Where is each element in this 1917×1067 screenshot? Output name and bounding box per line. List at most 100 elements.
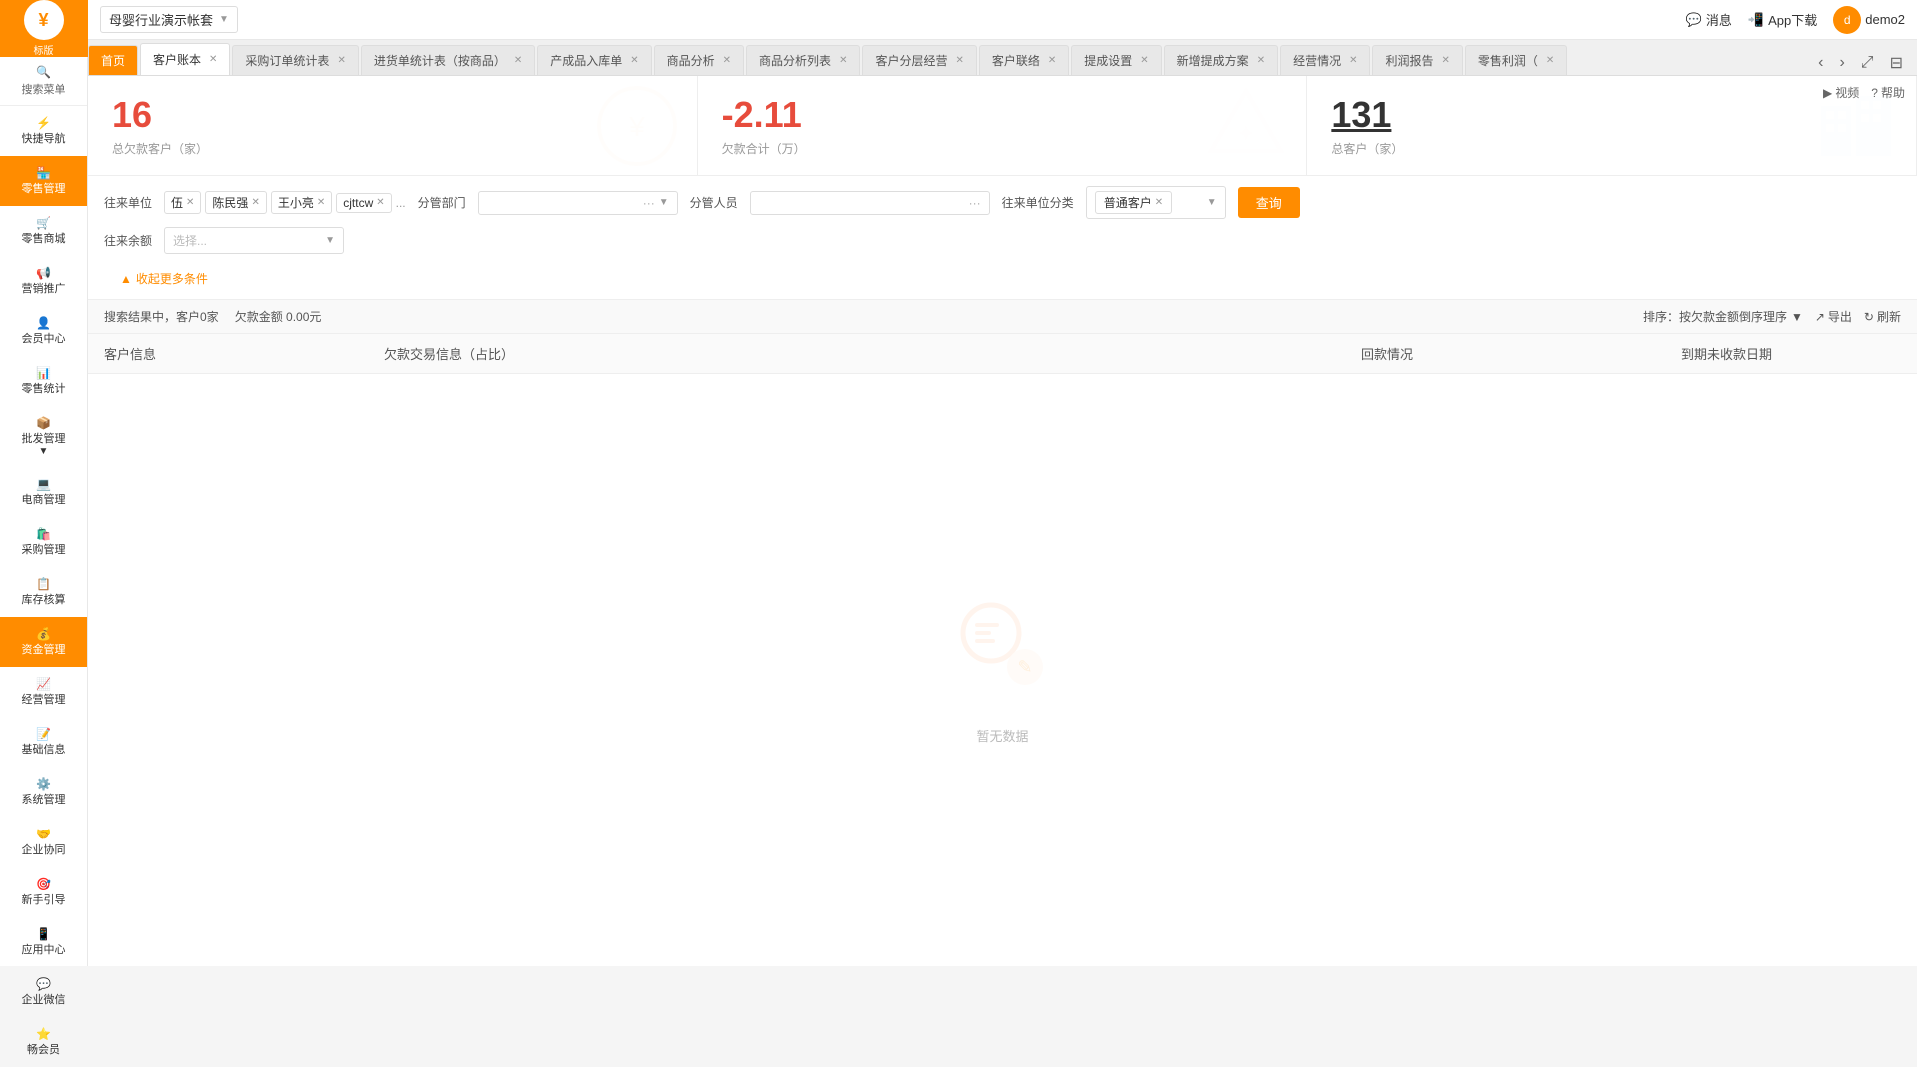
unit-tag-chen[interactable]: 陈民强 ✕ [205,191,266,214]
tab-expand-button[interactable]: ⤢ [1855,52,1880,74]
tab-prev-button[interactable]: ‹ [1812,52,1829,74]
results-bar: 搜索结果中，客户0家 欠款金额 0.00元 排序：按欠款金额倒序理序 ▼ ↗ 导… [88,300,1917,334]
category-tag-close[interactable]: ✕ [1155,197,1163,208]
refresh-button[interactable]: ↻ 刷新 [1864,308,1901,325]
sidebar-item-quick-nav[interactable]: ⚡ 快捷导航 [0,106,87,156]
tabbar: 首页 客户账本 ✕ 采购订单统计表 ✕ 进货单统计表（按商品） ✕ 产成品入库单… [88,40,1917,76]
tab-close-retail-profit[interactable]: ✕ [1546,55,1554,66]
retail-mall-icon: 🛒 [36,216,51,230]
inventory-icon: 📋 [36,577,51,591]
collapse-row: ▲ 收起更多条件 [104,262,1901,299]
dept-filter-label: 分管部门 [418,194,466,211]
unit-tag-wu[interactable]: 伍 ✕ [164,191,201,214]
wecom-icon: 💬 [36,977,51,991]
person-filter-label: 分管人员 [690,194,738,211]
tab-close-stock-stats[interactable]: ✕ [514,55,522,66]
dept-more-icon: ··· [643,196,655,210]
category-tag[interactable]: 普通客户 ✕ [1095,191,1172,214]
dept-select-arrow: ▼ [659,197,669,208]
tab-goods-analysis[interactable]: 商品分析 ✕ [654,45,744,75]
tab-close-new-promotion[interactable]: ✕ [1257,55,1265,66]
tab-new-promotion[interactable]: 新增提成方案 ✕ [1164,45,1278,75]
sidebar-item-new-guide[interactable]: 🎯 新手引导 [0,867,87,917]
unit-tag-cjttcw-close[interactable]: ✕ [376,197,384,208]
tab-operations-situation[interactable]: 经营情况 ✕ [1280,45,1370,75]
sidebar-item-purchase[interactable]: 🛍️ 采购管理 [0,517,87,567]
sidebar-item-retail-mall[interactable]: 🛒 零售商城 [0,206,87,256]
tab-close-goods-analysis-list[interactable]: ✕ [839,55,847,66]
tab-close-customer-contact[interactable]: ✕ [1048,55,1056,66]
sidebar-item-search[interactable]: 🔍 搜索菜单 [0,57,87,106]
unit-tag-chen-close[interactable]: ✕ [251,197,259,208]
member-icon: 👤 [36,316,51,330]
tab-close-product-inbound[interactable]: ✕ [630,55,638,66]
person-filter-input[interactable]: ··· [750,191,990,215]
unit-tag-wang[interactable]: 王小亮 ✕ [271,191,332,214]
tab-close-promotion-settings[interactable]: ✕ [1140,55,1148,66]
app-center-icon: 📱 [36,927,51,941]
retail-stat-icon: 📊 [36,366,51,380]
sidebar-item-wecom[interactable]: 💬 企业微信 [0,967,87,1017]
tab-close-goods-analysis[interactable]: ✕ [723,55,731,66]
tab-customer-contact[interactable]: 客户联络 ✕ [979,45,1069,75]
table-col-customer: 客户信息 [104,344,384,363]
tab-home[interactable]: 首页 [88,45,138,75]
sidebar-item-member[interactable]: 👤 会员中心 [0,306,87,356]
tab-profit-report[interactable]: 利润报告 ✕ [1372,45,1462,75]
tab-minimize-button[interactable]: ⊟ [1884,51,1909,75]
search-icon: 🔍 [4,65,83,79]
balance-filter-select[interactable]: 选择... ▼ [164,227,344,254]
sidebar-item-enterprise[interactable]: 🤝 企业协同 [0,817,87,867]
tab-promotion-settings[interactable]: 提成设置 ✕ [1071,45,1161,75]
sidebar-item-retail-mgmt[interactable]: 🏪 零售管理 [0,156,87,206]
results-sort[interactable]: 排序：按欠款金额倒序理序 ▼ [1643,308,1803,325]
sidebar-item-wholesale[interactable]: 📦 批发管理 ▼ [0,406,87,467]
tab-close-purchase-order[interactable]: ✕ [337,55,345,66]
tab-stock-stats[interactable]: 进货单统计表（按商品） ✕ [361,45,535,75]
collapse-button[interactable]: ▲ 收起更多条件 [104,266,1901,291]
tab-close-profit-report[interactable]: ✕ [1442,55,1450,66]
stat-debt-value: -2.11 [722,94,806,136]
tab-close-customer-capital[interactable]: ✕ [209,54,217,65]
unit-tag-wang-close[interactable]: ✕ [317,197,325,208]
user-menu[interactable]: d demo2 [1833,6,1905,34]
sidebar-item-operations[interactable]: 📈 经营管理 [0,667,87,717]
sidebar-item-finance[interactable]: 💰 资金管理 [0,617,87,667]
empty-state: ✎ 暂无数据 [88,374,1917,966]
tab-goods-analysis-list[interactable]: 商品分析列表 ✕ [746,45,860,75]
results-debt-text: 欠款金额 0.00元 [235,308,322,325]
tab-product-inbound[interactable]: 产成品入库单 ✕ [537,45,651,75]
basic-info-icon: 📝 [36,727,51,741]
export-button[interactable]: ↗ 导出 [1815,308,1852,325]
message-button[interactable]: 💬 消息 [1686,10,1732,29]
table-col-repay: 回款情况 [1361,344,1681,363]
category-filter-select[interactable]: 普通客户 ✕ ▼ [1086,186,1226,219]
dept-filter-select[interactable]: ··· ▼ [478,191,678,215]
stat-customers-value: 131 [1331,94,1403,136]
tab-customer-segment[interactable]: 客户分层经营 ✕ [862,45,976,75]
tab-close-operations-situation[interactable]: ✕ [1349,55,1357,66]
logo-icon: ¥ [24,0,64,40]
unit-tag-cjttcw[interactable]: cjttcw ✕ [336,193,391,213]
sidebar-item-vip[interactable]: ⭐ 畅会员 [0,1017,87,1067]
sidebar-item-system[interactable]: ⚙️ 系统管理 [0,767,87,817]
sidebar-item-marketing[interactable]: 📢 营销推广 [0,256,87,306]
unit-tag-wu-close[interactable]: ✕ [186,197,194,208]
query-button[interactable]: 查询 [1238,187,1300,218]
tab-retail-profit[interactable]: 零售利润（ ✕ [1465,45,1567,75]
sidebar-item-app-center[interactable]: 📱 应用中心 [0,917,87,967]
account-selector[interactable]: 母婴行业演示帐套 ▼ [100,6,238,33]
stat-debtors-value: 16 [112,94,208,136]
sidebar-item-inventory[interactable]: 📋 库存核算 [0,567,87,617]
tab-close-customer-segment[interactable]: ✕ [955,55,963,66]
sidebar-item-basic-info[interactable]: 📝 基础信息 [0,717,87,767]
tab-customer-capital[interactable]: 客户账本 ✕ [140,43,230,75]
tab-purchase-order[interactable]: 采购订单统计表 ✕ [232,45,358,75]
sidebar-item-ecommerce[interactable]: 💻 电商管理 [0,467,87,517]
sidebar-item-retail-stat[interactable]: 📊 零售统计 [0,356,87,406]
unit-tag-more[interactable]: ... [396,196,406,210]
tab-next-button[interactable]: › [1833,52,1850,74]
app-download-button[interactable]: 📲 App下载 [1748,10,1817,29]
filter-section: 往来单位 伍 ✕ 陈民强 ✕ 王小亮 ✕ cjttcw [88,176,1917,300]
ecommerce-icon: 💻 [36,477,51,491]
